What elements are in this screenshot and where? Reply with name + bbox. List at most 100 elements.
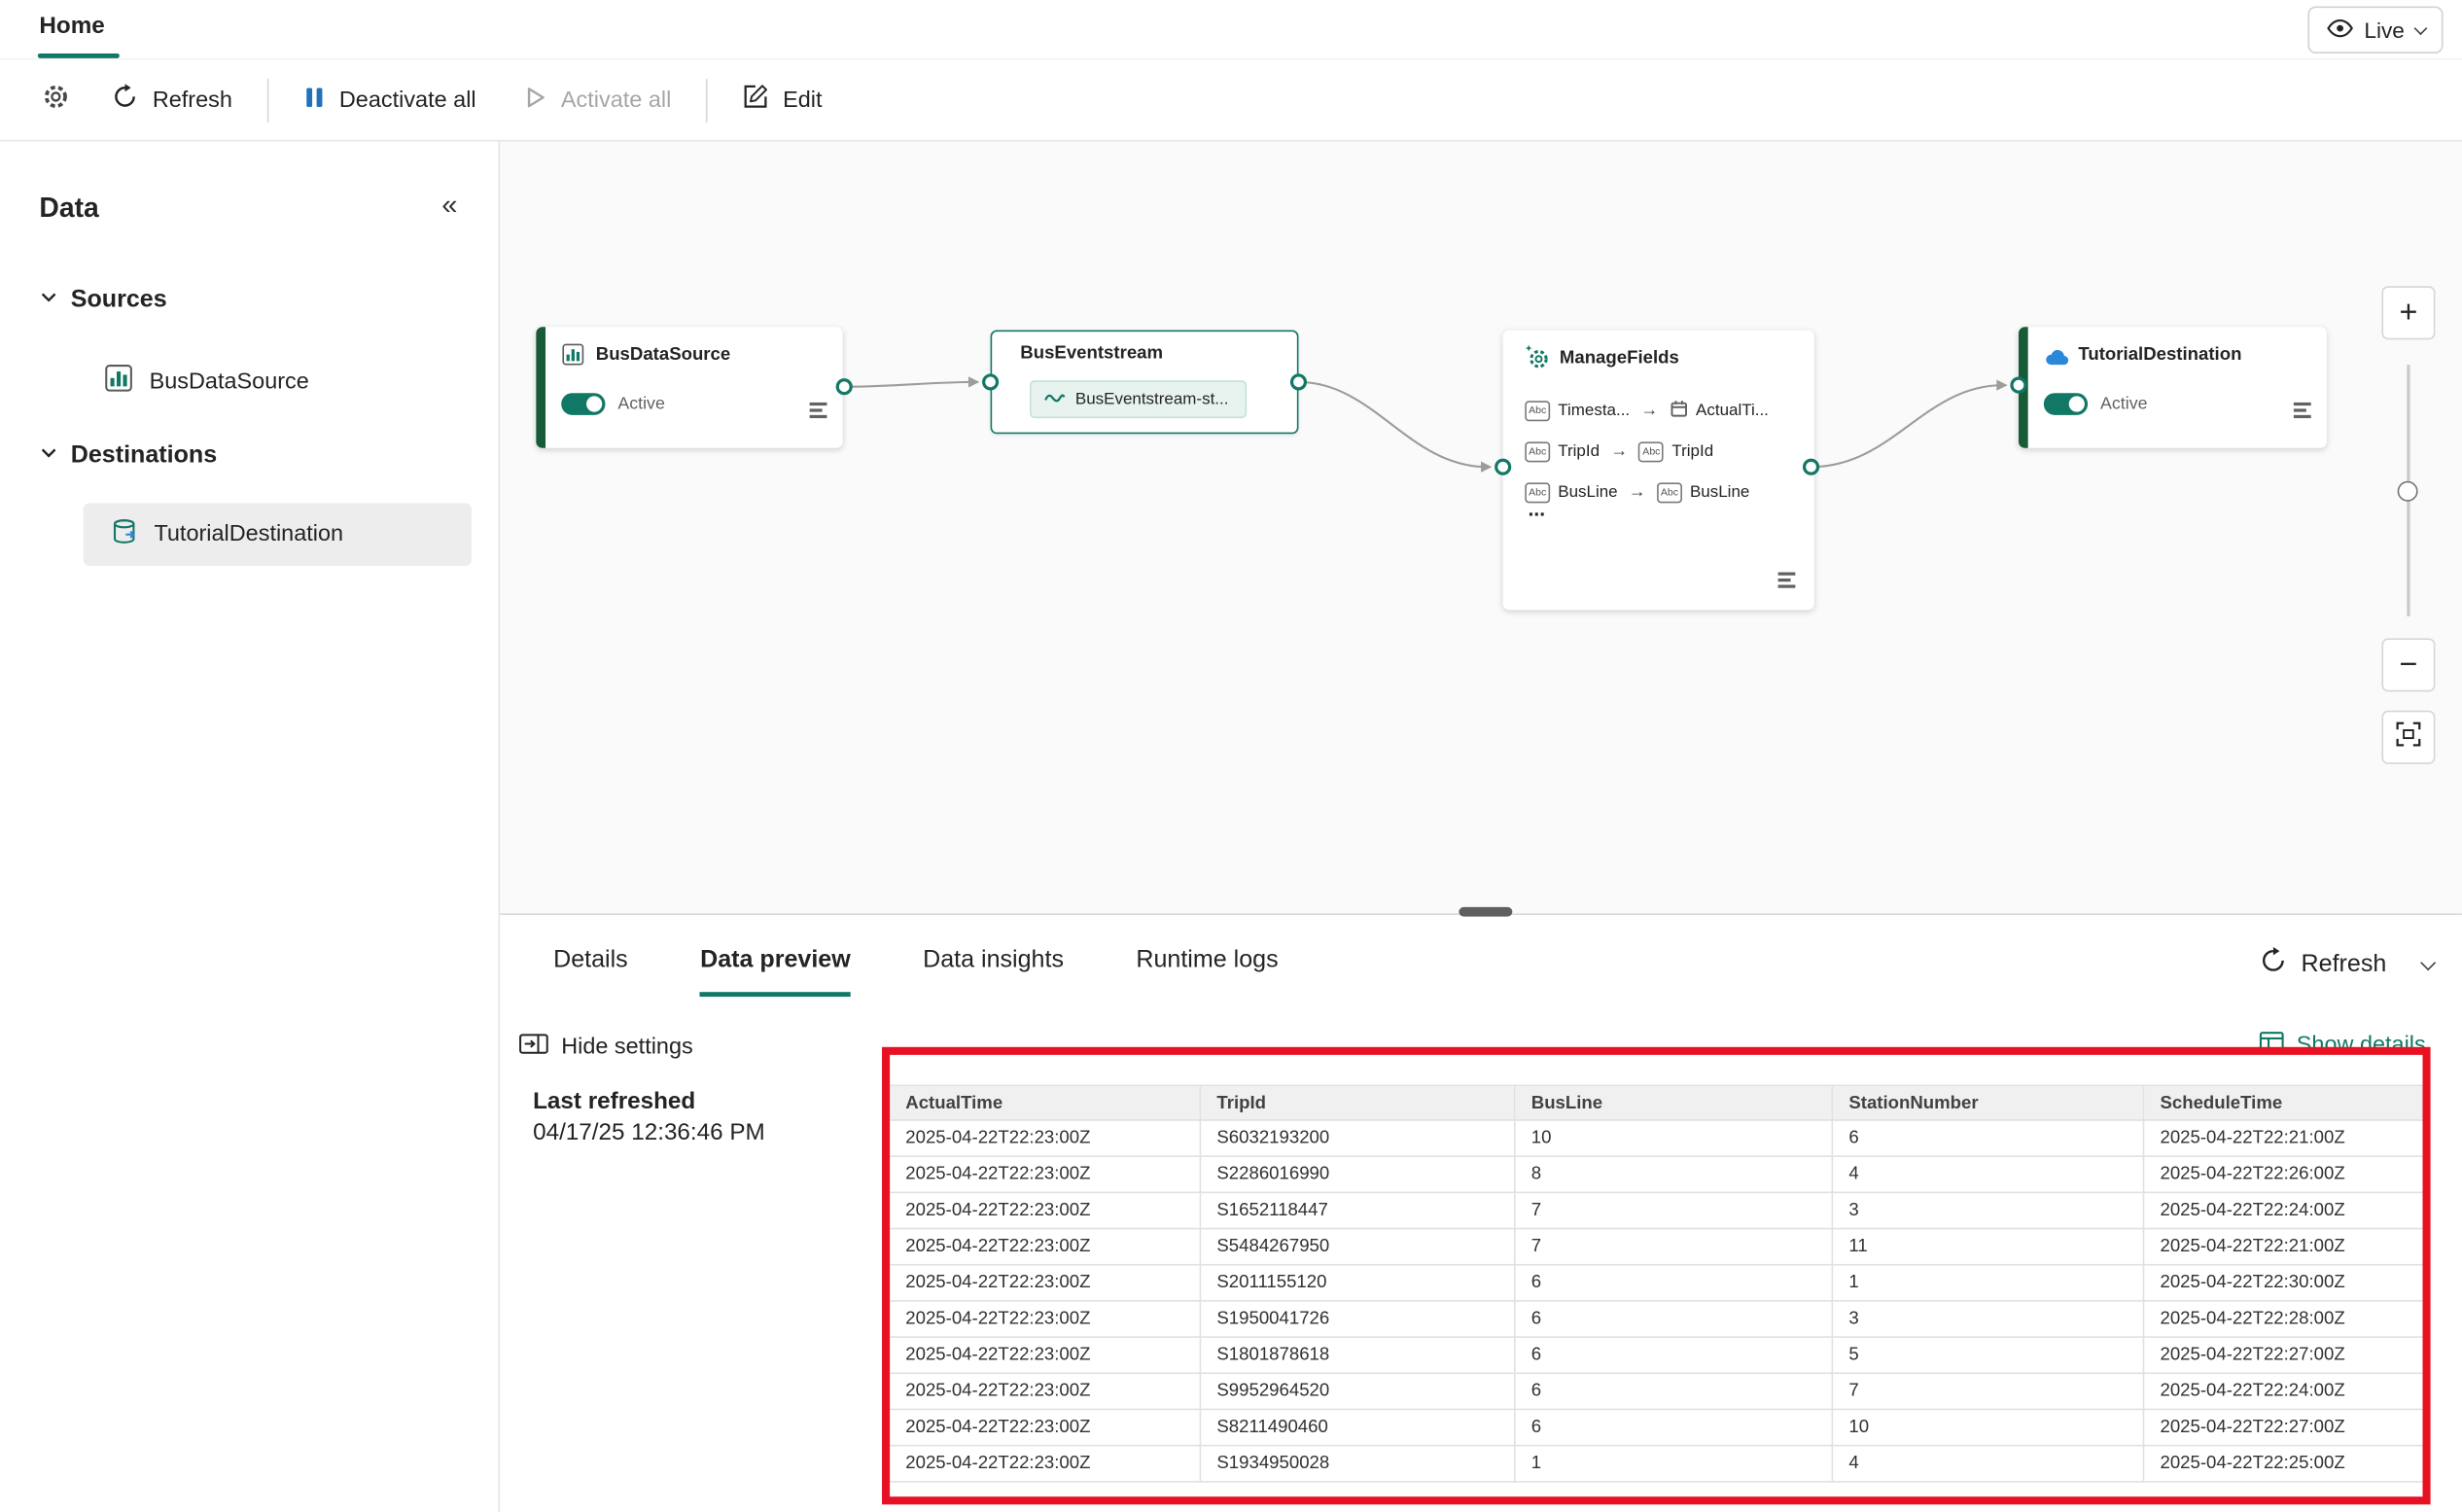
- node-tutorialdestination[interactable]: TutorialDestination Active: [2018, 327, 2327, 448]
- table-cell: S2286016990: [1201, 1156, 1516, 1194]
- activate-all-button[interactable]: Activate all: [523, 84, 671, 115]
- table-cell: 7: [1515, 1229, 1834, 1266]
- table-cell: 2025-04-22T22:23:00Z: [890, 1193, 1202, 1230]
- sidebar-item-tutorialdestination[interactable]: TutorialDestination: [83, 503, 473, 567]
- node-title: BusEventstream: [1020, 344, 1164, 364]
- tab-details[interactable]: Details: [553, 946, 628, 997]
- sources-group-header[interactable]: Sources: [39, 286, 167, 314]
- table-cell: 2025-04-22T22:21:00Z: [2144, 1120, 2426, 1157]
- tab-data-preview[interactable]: Data preview: [700, 946, 851, 998]
- table-cell: S1652118447: [1201, 1193, 1516, 1230]
- tab-home[interactable]: Home: [39, 13, 104, 39]
- fit-to-screen-icon: [2396, 720, 2421, 756]
- activate-all-label: Activate all: [560, 87, 672, 113]
- field-type-icon: Abc: [1525, 440, 1551, 462]
- active-toggle[interactable]: [561, 393, 606, 415]
- table-cell: 2025-04-22T22:23:00Z: [890, 1156, 1202, 1194]
- tab-data-insights[interactable]: Data insights: [923, 946, 1064, 997]
- hide-settings-button[interactable]: Hide settings: [519, 1033, 693, 1061]
- tab-runtime-logs[interactable]: Runtime logs: [1136, 946, 1278, 997]
- show-details-button[interactable]: Show details: [2259, 1032, 2426, 1058]
- arrow-right-icon: →: [1610, 441, 1629, 461]
- stream-wave-icon: [1044, 389, 1067, 409]
- table-cell: 2025-04-22T22:30:00Z: [2144, 1265, 2426, 1302]
- hide-settings-panel-icon: [519, 1033, 549, 1061]
- sidebar-item-label: TutorialDestination: [154, 521, 344, 547]
- deactivate-icon: [303, 84, 326, 115]
- fit-to-screen-button[interactable]: [2381, 710, 2436, 764]
- splitter-drag-handle[interactable]: [1459, 906, 1513, 917]
- arrow-right-icon: →: [1628, 482, 1646, 502]
- table-cell: 6: [1515, 1337, 1834, 1375]
- bar-chart-icon: [561, 342, 584, 373]
- live-button[interactable]: Live: [2307, 6, 2444, 53]
- edit-button[interactable]: Edit: [742, 84, 823, 117]
- plus-icon: +: [2399, 295, 2418, 330]
- mapping-to: TripId: [1671, 441, 1714, 461]
- zoom-out-button[interactable]: −: [2381, 638, 2436, 692]
- sources-group-label: Sources: [70, 286, 167, 313]
- destinations-group-label: Destinations: [70, 441, 218, 469]
- table-cell: S1934950028: [1201, 1446, 1516, 1483]
- gear-icon: [41, 82, 71, 118]
- mapping-from: BusLine: [1558, 482, 1618, 502]
- node-buseventstream[interactable]: BusEventstream BusEventstream-st...: [990, 330, 1299, 435]
- zoom-slider-handle[interactable]: [2397, 480, 2418, 502]
- node-busdatasource[interactable]: BusDataSource Active: [536, 327, 843, 448]
- preview-refresh-button[interactable]: Refresh: [2259, 946, 2437, 982]
- node-menu-icon[interactable]: [1777, 569, 1796, 591]
- deactivate-all-button[interactable]: Deactivate all: [303, 84, 476, 115]
- table-cell: 7: [1833, 1374, 2145, 1411]
- eventstream-subitem[interactable]: BusEventstream-st...: [1030, 380, 1248, 419]
- table-cell: 2025-04-22T22:23:00Z: [890, 1374, 1202, 1411]
- table-cell: S8211490460: [1201, 1410, 1516, 1447]
- table-cell: S9952964520: [1201, 1374, 1516, 1411]
- chevron-down-icon[interactable]: [2420, 954, 2437, 970]
- destinations-group-header[interactable]: Destinations: [39, 441, 217, 470]
- chevron-down-icon: [39, 286, 57, 314]
- table-cell: 2025-04-22T22:25:00Z: [2144, 1446, 2426, 1483]
- table-cell: 2025-04-22T22:26:00Z: [2144, 1156, 2426, 1194]
- eventstream-canvas[interactable]: BusDataSource Active BusEventstream BusE…: [500, 141, 2462, 914]
- cloud-icon: [2044, 346, 2070, 374]
- table-cell: 2025-04-22T22:28:00Z: [2144, 1301, 2426, 1338]
- table-cell: 2025-04-22T22:24:00Z: [2144, 1193, 2426, 1230]
- collapse-sidebar-icon[interactable]: «: [441, 189, 457, 222]
- last-refreshed-label: Last refreshed: [533, 1087, 696, 1115]
- toolbar: Refresh Deactivate all Activate all Edit: [0, 59, 2462, 142]
- mapping-to: BusLine: [1689, 482, 1750, 502]
- hide-settings-label: Hide settings: [561, 1034, 693, 1060]
- zoom-in-button[interactable]: +: [2381, 286, 2436, 340]
- live-eye-icon: [2326, 18, 2353, 43]
- table-cell: 2025-04-22T22:24:00Z: [2144, 1374, 2426, 1411]
- table-cell: 4: [1833, 1446, 2145, 1483]
- table-cell: 2025-04-22T22:27:00Z: [2144, 1410, 2426, 1447]
- app-window: Home Live Refresh Deactivate all Activat…: [0, 0, 2462, 1512]
- table-cell: 8: [1515, 1156, 1834, 1194]
- table-cell: 6: [1515, 1301, 1834, 1338]
- settings-button[interactable]: [41, 82, 71, 118]
- mapping-to: ActualTi...: [1696, 401, 1769, 420]
- table-cell: 11: [1833, 1229, 2145, 1266]
- refresh-button[interactable]: Refresh: [112, 84, 232, 117]
- active-status-label: Active: [617, 394, 665, 414]
- chevron-down-icon: [2413, 21, 2426, 34]
- table-cell: S1801878618: [1201, 1337, 1516, 1375]
- active-toggle[interactable]: [2043, 393, 2089, 415]
- node-accent-bar: [2018, 327, 2028, 448]
- manage-fields-gear-icon: [1524, 344, 1550, 379]
- sidebar-item-busdatasource[interactable]: BusDataSource: [104, 363, 309, 399]
- node-menu-icon[interactable]: [809, 400, 827, 422]
- data-sidebar: Data « Sources BusDataSource Destination…: [0, 141, 501, 1512]
- refresh-icon: [112, 84, 138, 117]
- active-tab-indicator: [37, 53, 120, 58]
- chevron-down-icon: [39, 441, 57, 470]
- node-menu-icon[interactable]: [2293, 400, 2311, 422]
- field-mapping-row: Abc TripId → Abc TripId: [1525, 431, 1769, 472]
- live-button-label: Live: [2364, 17, 2405, 43]
- node-managefields[interactable]: ManageFields Abc Timesta... → ActualTi..…: [1502, 330, 1814, 611]
- table-cell: 2025-04-22T22:21:00Z: [2144, 1229, 2426, 1266]
- table-cell: 2025-04-22T22:23:00Z: [890, 1337, 1202, 1375]
- table-cell: 5: [1833, 1337, 2145, 1375]
- column-header: TripId: [1201, 1086, 1516, 1121]
